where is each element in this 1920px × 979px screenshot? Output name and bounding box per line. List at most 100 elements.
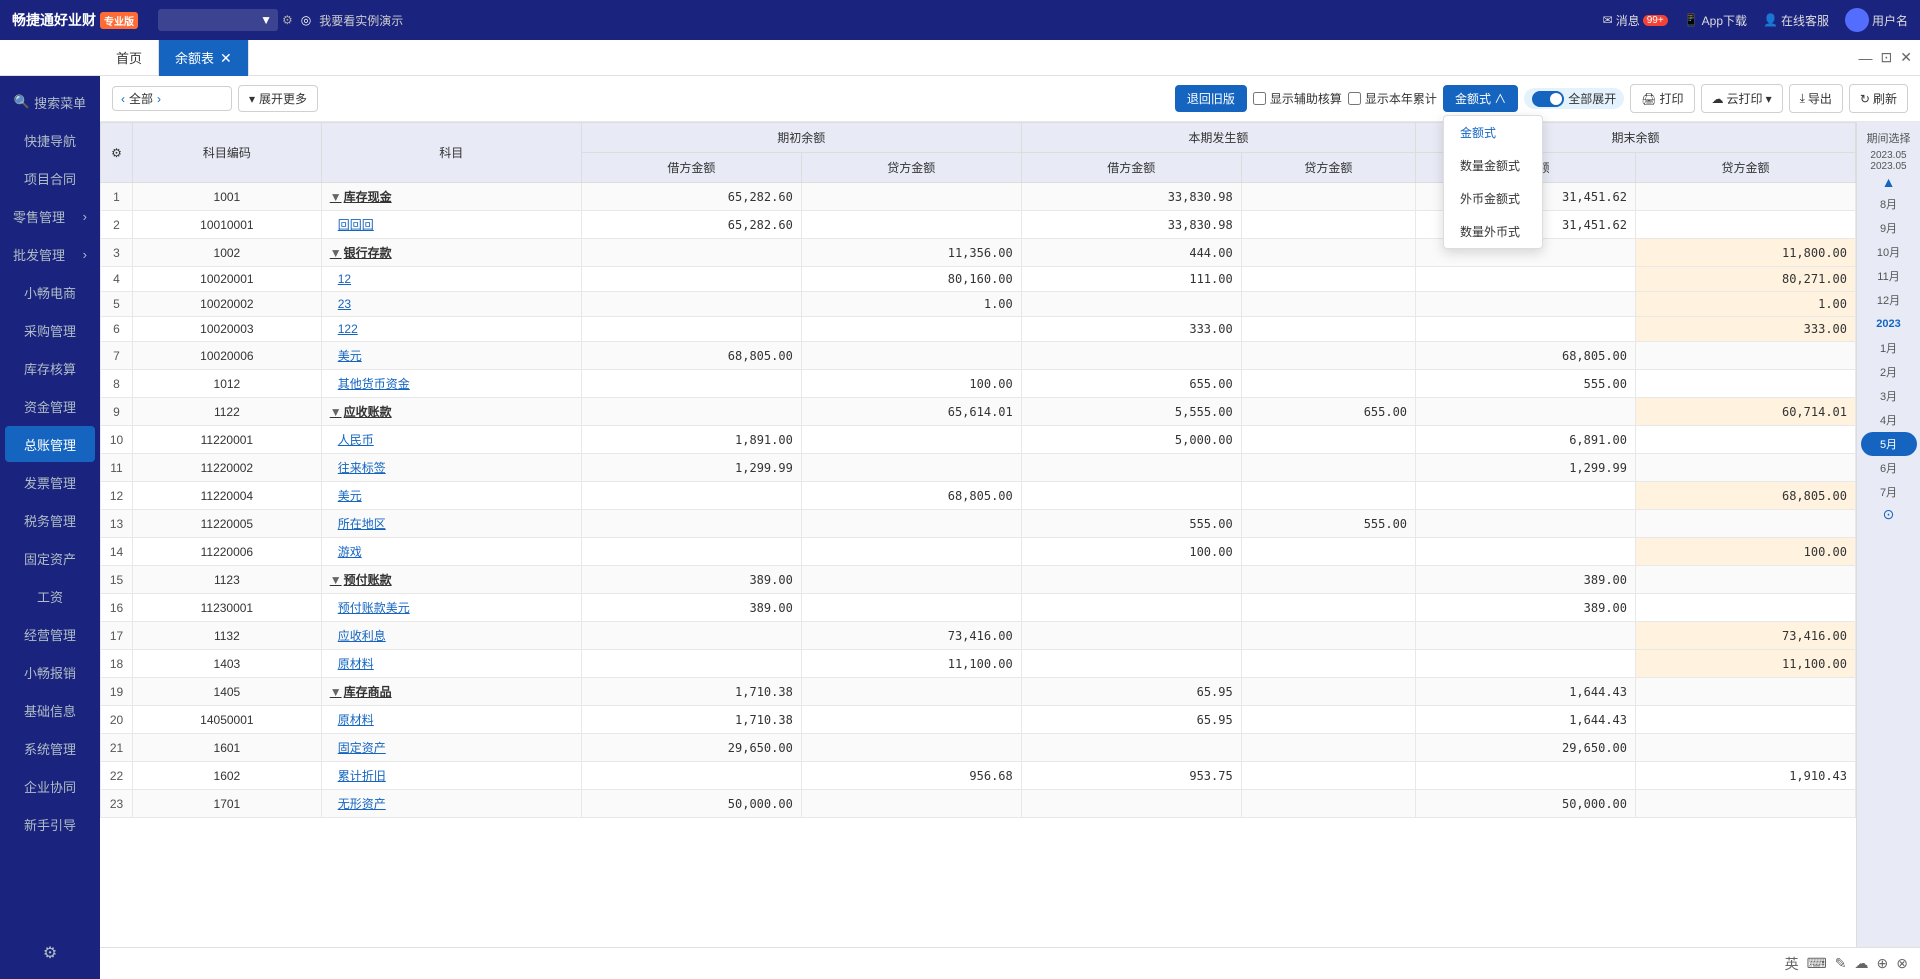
month-item[interactable]: 5月 — [1861, 432, 1917, 456]
row-name[interactable]: 应收利息 — [321, 622, 581, 650]
toggle-expand-switch[interactable] — [1532, 91, 1564, 107]
sidebar-item-mini-ecom[interactable]: 小畅电商 — [5, 274, 95, 310]
row-name[interactable]: 预付账款美元 — [321, 594, 581, 622]
checkbox-yearly[interactable]: 显示本年累计 — [1348, 90, 1437, 107]
tab-close-window-icon[interactable]: ✕ — [1900, 49, 1912, 66]
filter-all-box[interactable]: ‹ 全部 › — [112, 86, 232, 111]
month-item[interactable]: 11月 — [1861, 264, 1917, 288]
tab-minimize-icon[interactable]: — — [1859, 50, 1873, 66]
expand-more-btn[interactable]: ▾ 展开更多 — [238, 85, 318, 112]
checkbox-auxiliary-input[interactable] — [1253, 92, 1266, 105]
row-name[interactable]: 人民币 — [321, 426, 581, 454]
row-name[interactable]: ▼库存现金 — [321, 183, 581, 211]
sidebar-item-retail[interactable]: 零售管理 › — [5, 198, 95, 234]
row-name[interactable]: 原材料 — [321, 650, 581, 678]
demo-link[interactable]: ◎ 我要看实例演示 — [301, 12, 404, 29]
month-item[interactable]: 1月 — [1861, 336, 1917, 360]
lang-icon[interactable]: 英 — [1785, 954, 1799, 974]
amount-style-btn[interactable]: 金额式 ∧ — [1443, 85, 1518, 112]
user-avatar[interactable]: 用户名 — [1845, 8, 1908, 32]
filter-right-arrow[interactable]: › — [157, 92, 161, 106]
row-name[interactable]: 所在地区 — [321, 510, 581, 538]
row-name[interactable]: 122 — [321, 317, 581, 342]
checkbox-yearly-input[interactable] — [1348, 92, 1361, 105]
sidebar-item-capital[interactable]: 资金管理 — [5, 388, 95, 424]
sidebar-item-new-guide[interactable]: 新手引导 — [5, 806, 95, 842]
sidebar-item-fixed-assets[interactable]: 固定资产 — [5, 540, 95, 576]
month-item[interactable]: 10月 — [1861, 240, 1917, 264]
refresh-btn[interactable]: ↻ 刷新 — [1849, 84, 1908, 113]
month-item[interactable]: 12月 — [1861, 288, 1917, 312]
table-settings-icon[interactable]: ⚙ — [111, 146, 122, 160]
month-item[interactable]: 8月 — [1861, 192, 1917, 216]
dropdown-item-amount[interactable]: 金额式 — [1444, 116, 1542, 149]
month-item[interactable]: 7月 — [1861, 480, 1917, 504]
go-back-btn[interactable]: 退回旧版 — [1175, 85, 1247, 112]
sidebar-item-purchase[interactable]: 采购管理 — [5, 312, 95, 348]
sidebar-item-project[interactable]: 项目合同 — [5, 160, 95, 196]
month-nav-up[interactable]: ▲ — [1880, 172, 1898, 192]
month-item[interactable]: 2023 — [1861, 312, 1917, 336]
settings-top-icon[interactable]: ⚙ — [282, 13, 293, 27]
cloud-bottom-icon[interactable]: ☁ — [1855, 955, 1869, 972]
month-item[interactable]: 3月 — [1861, 384, 1917, 408]
edit-icon[interactable]: ✎ — [1835, 955, 1847, 972]
row-name[interactable]: 美元 — [321, 342, 581, 370]
add-icon[interactable]: ⊕ — [1877, 955, 1889, 972]
online-service-btn[interactable]: 👤 在线客服 — [1763, 12, 1829, 29]
sidebar-item-operations[interactable]: 经营管理 — [5, 616, 95, 652]
tab-balance[interactable]: 余额表 ✕ — [159, 40, 249, 76]
row-name[interactable]: 固定资产 — [321, 734, 581, 762]
sidebar-item-cooperation[interactable]: 企业协同 — [5, 768, 95, 804]
row-name[interactable]: 累计折旧 — [321, 762, 581, 790]
month-item[interactable]: 2月 — [1861, 360, 1917, 384]
row-name[interactable]: 12 — [321, 267, 581, 292]
month-item[interactable]: 4月 — [1861, 408, 1917, 432]
tab-home[interactable]: 首页 — [100, 40, 159, 76]
export-btn[interactable]: ⤓ 导出 — [1789, 84, 1843, 113]
filter-left-arrow[interactable]: ‹ — [121, 92, 125, 106]
sidebar-item-wholesale[interactable]: 批发管理 › — [5, 236, 95, 272]
message-btn[interactable]: ✉ 消息 99+ — [1603, 12, 1668, 29]
dropdown-item-foreign-amount[interactable]: 外币金额式 — [1444, 182, 1542, 215]
row-name[interactable]: 无形资产 — [321, 790, 581, 818]
settings-col-header[interactable]: ⚙ — [101, 123, 133, 183]
tab-maximize-icon[interactable]: ⊡ — [1881, 49, 1893, 66]
row-name[interactable]: ▼预付账款 — [321, 566, 581, 594]
sidebar-item-search[interactable]: 🔍 搜索菜单 — [5, 84, 95, 120]
month-collapse-icon[interactable]: ⊙ — [1881, 504, 1897, 525]
sidebar-gear-icon[interactable]: ⚙ — [5, 935, 95, 971]
row-name[interactable]: ▼应收账款 — [321, 398, 581, 426]
row-name[interactable]: 原材料 — [321, 706, 581, 734]
row-name[interactable]: 往来标签 — [321, 454, 581, 482]
tab-close-icon[interactable]: ✕ — [220, 51, 232, 65]
sidebar-item-mini-sales[interactable]: 小畅报销 — [5, 654, 95, 690]
sidebar-item-invoice[interactable]: 发票管理 — [5, 464, 95, 500]
table-container[interactable]: ⚙ 科目编码 科目 期初余额 本期发生额 期末余额 借方金额 贷方金额 借方金额 — [100, 122, 1856, 947]
row-name[interactable]: 其他货币资金 — [321, 370, 581, 398]
dropdown-item-qty-foreign[interactable]: 数量外币式 — [1444, 215, 1542, 248]
sidebar-item-quick-nav[interactable]: 快捷导航 — [5, 122, 95, 158]
window-title-input[interactable]: ▼ — [158, 9, 278, 31]
row-name[interactable]: 回回回 — [321, 211, 581, 239]
close-bottom-icon[interactable]: ⊗ — [1896, 955, 1908, 972]
row-name[interactable]: ▼银行存款 — [321, 239, 581, 267]
window-dropdown-icon[interactable]: ▼ — [260, 13, 272, 27]
dropdown-item-qty-amount[interactable]: 数量金额式 — [1444, 149, 1542, 182]
sidebar-item-system[interactable]: 系统管理 — [5, 730, 95, 766]
sidebar-item-basic-info[interactable]: 基础信息 — [5, 692, 95, 728]
row-name[interactable]: 游戏 — [321, 538, 581, 566]
row-name[interactable]: ▼库存商品 — [321, 678, 581, 706]
sidebar-item-general-ledger[interactable]: 总账管理 — [5, 426, 95, 462]
month-item[interactable]: 9月 — [1861, 216, 1917, 240]
print-btn[interactable]: 🖨 打印 — [1630, 84, 1694, 113]
sidebar-item-inventory[interactable]: 库存核算 — [5, 350, 95, 386]
row-name[interactable]: 美元 — [321, 482, 581, 510]
checkbox-auxiliary[interactable]: 显示辅助核算 — [1253, 90, 1342, 107]
sidebar-item-payroll[interactable]: 工资 — [5, 578, 95, 614]
month-item[interactable]: 6月 — [1861, 456, 1917, 480]
keyboard-icon[interactable]: ⌨ — [1807, 955, 1827, 972]
row-name[interactable]: 23 — [321, 292, 581, 317]
app-download-btn[interactable]: 📱 App下载 — [1684, 12, 1747, 29]
cloud-print-btn[interactable]: ☁ 云打印 ▾ — [1701, 84, 1783, 113]
